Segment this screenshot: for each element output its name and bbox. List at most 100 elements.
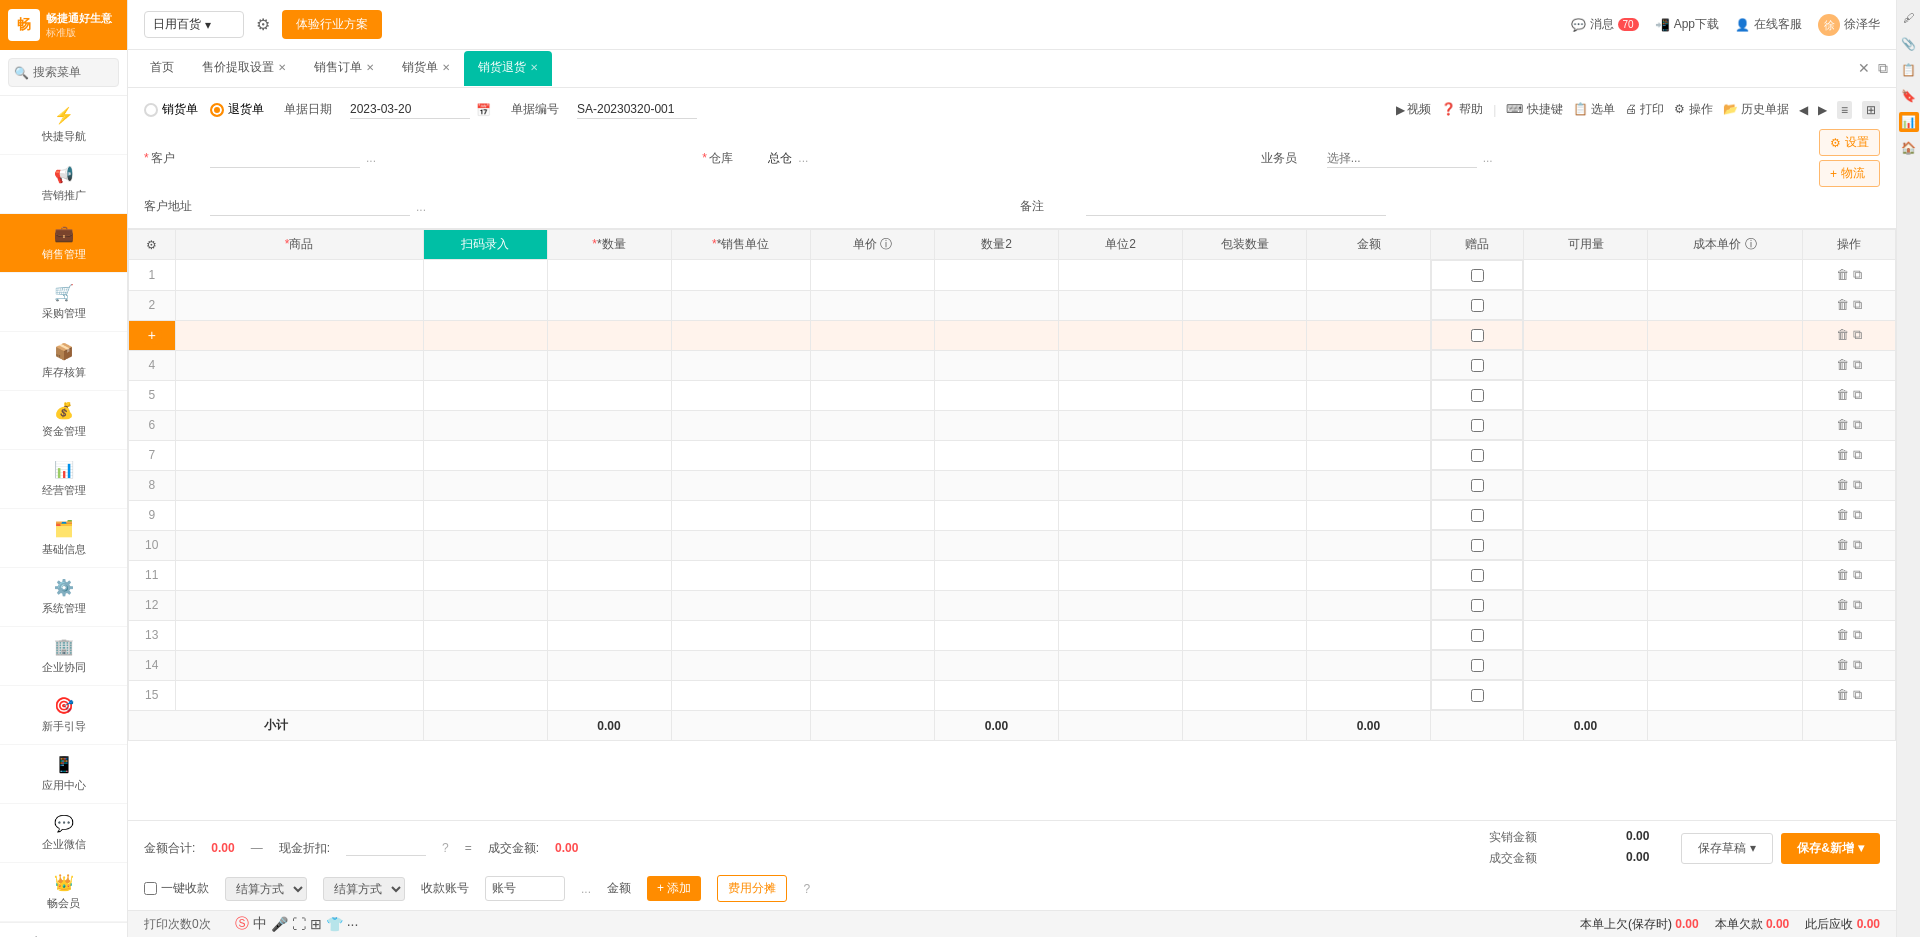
cell-price-7[interactable]: [811, 440, 935, 470]
cell-sale-unit-13[interactable]: [671, 620, 811, 650]
cell-pack-qty-13[interactable]: [1183, 620, 1307, 650]
cell-product-14[interactable]: [175, 650, 423, 680]
save-new-button[interactable]: 保存&新增 ▾: [1781, 833, 1880, 864]
cell-unit2-11[interactable]: [1059, 560, 1183, 590]
cell-pack-qty-7[interactable]: [1183, 440, 1307, 470]
cell-quantity-5[interactable]: [547, 380, 671, 410]
copy-icon-15[interactable]: ⧉: [1853, 687, 1862, 703]
restore-tab-btn[interactable]: ⧉: [1878, 60, 1888, 77]
sidebar-item-basic[interactable]: 🗂️ 基础信息: [0, 509, 127, 568]
cell-quantity2-14[interactable]: [935, 650, 1059, 680]
cell-gift-12[interactable]: [1431, 590, 1523, 620]
cell-gift-11[interactable]: [1431, 560, 1523, 590]
delete-icon-8[interactable]: 🗑: [1836, 477, 1849, 493]
cell-sale-unit-12[interactable]: [671, 590, 811, 620]
cell-amount-7[interactable]: [1307, 440, 1431, 470]
tab-close-sales-delivery[interactable]: ✕: [442, 62, 450, 73]
search-menu-button[interactable]: 🔍 搜索菜单: [8, 58, 119, 87]
cell-product-9[interactable]: [175, 500, 423, 530]
cell-pack-qty-5[interactable]: [1183, 380, 1307, 410]
cell-quantity2-11[interactable]: [935, 560, 1059, 590]
user-menu-button[interactable]: 徐 徐泽华: [1818, 14, 1880, 36]
customer-dots[interactable]: ...: [366, 151, 376, 165]
copy-icon-1[interactable]: ⧉: [1853, 267, 1862, 283]
cell-gift-3[interactable]: [1431, 320, 1523, 350]
gift-checkbox-12[interactable]: [1471, 599, 1484, 612]
logistics-btn[interactable]: + 物流: [1819, 160, 1880, 187]
cell-sale-unit-15[interactable]: [671, 680, 811, 711]
copy-icon-9[interactable]: ⧉: [1853, 507, 1862, 523]
gift-checkbox-3[interactable]: [1471, 329, 1484, 342]
cell-price-1[interactable]: [811, 260, 935, 291]
cell-quantity-7[interactable]: [547, 440, 671, 470]
close-tab-btn[interactable]: ✕: [1858, 60, 1870, 77]
delete-icon-7[interactable]: 🗑: [1836, 447, 1849, 463]
cell-unit2-7[interactable]: [1059, 440, 1183, 470]
cell-quantity-8[interactable]: [547, 470, 671, 500]
cell-product-12[interactable]: [175, 590, 423, 620]
staff-dots[interactable]: ...: [1483, 151, 1493, 165]
delete-icon-1[interactable]: 🗑: [1836, 267, 1849, 283]
list-view-icon[interactable]: ≡: [1837, 101, 1852, 119]
topbar-gear-icon[interactable]: ⚙: [256, 15, 270, 34]
cell-quantity-14[interactable]: [547, 650, 671, 680]
print-btn[interactable]: 🖨 打印: [1625, 101, 1664, 118]
gift-checkbox-10[interactable]: [1471, 539, 1484, 552]
cell-unit2-15[interactable]: [1059, 680, 1183, 711]
cell-sale-unit-2[interactable]: [671, 290, 811, 320]
cell-product-11[interactable]: [175, 560, 423, 590]
qp-item1[interactable]: 🖋: [1899, 8, 1919, 28]
one-click-payment-checkbox[interactable]: [144, 882, 157, 895]
cell-sale-unit-5[interactable]: [671, 380, 811, 410]
cell-quantity-11[interactable]: [547, 560, 671, 590]
account-dots[interactable]: ...: [581, 882, 591, 896]
qp-item6[interactable]: 🏠: [1899, 138, 1919, 158]
cell-pack-qty-15[interactable]: [1183, 680, 1307, 711]
cell-gift-13[interactable]: [1431, 620, 1523, 650]
cell-sale-unit-3[interactable]: [671, 320, 811, 350]
gift-checkbox-11[interactable]: [1471, 569, 1484, 582]
tab-sales-return[interactable]: 销货退货 ✕: [464, 51, 552, 86]
delete-icon-6[interactable]: 🗑: [1836, 417, 1849, 433]
cell-quantity2-15[interactable]: [935, 680, 1059, 711]
copy-icon-8[interactable]: ⧉: [1853, 477, 1862, 493]
gift-checkbox-2[interactable]: [1471, 299, 1484, 312]
cell-price-9[interactable]: [811, 500, 935, 530]
cell-price-4[interactable]: [811, 350, 935, 380]
cell-gift-8[interactable]: [1431, 470, 1523, 500]
tab-sales-delivery[interactable]: 销货单 ✕: [388, 51, 464, 86]
delete-icon-14[interactable]: 🗑: [1836, 657, 1849, 673]
shortcut-btn[interactable]: ⌨ 快捷键: [1506, 101, 1562, 118]
cell-amount-8[interactable]: [1307, 470, 1431, 500]
cell-quantity-13[interactable]: [547, 620, 671, 650]
cell-quantity-1[interactable]: [547, 260, 671, 291]
col-gear[interactable]: ⚙: [129, 230, 176, 260]
delete-icon-4[interactable]: 🗑: [1836, 357, 1849, 373]
cell-product-1[interactable]: [175, 260, 423, 291]
cell-product-5[interactable]: [175, 380, 423, 410]
qp-item2[interactable]: 📎: [1899, 34, 1919, 54]
cell-quantity2-7[interactable]: [935, 440, 1059, 470]
gift-checkbox-13[interactable]: [1471, 629, 1484, 642]
calc-method-select[interactable]: 结算方式: [323, 877, 405, 901]
copy-icon-14[interactable]: ⧉: [1853, 657, 1862, 673]
date-value[interactable]: 2023-03-20: [350, 100, 470, 119]
add-button[interactable]: + 添加: [647, 876, 701, 901]
cell-sale-unit-6[interactable]: [671, 410, 811, 440]
cell-sale-unit-11[interactable]: [671, 560, 811, 590]
delete-icon-3[interactable]: 🗑: [1836, 327, 1849, 343]
qp-item3[interactable]: 📋: [1899, 60, 1919, 80]
cell-quantity2-3[interactable]: [935, 320, 1059, 350]
history-btn[interactable]: 📂 历史单据: [1723, 101, 1789, 118]
arrow-left-icon[interactable]: ◀: [1799, 103, 1808, 117]
cell-sale-unit-1[interactable]: [671, 260, 811, 291]
gift-checkbox-9[interactable]: [1471, 509, 1484, 522]
cell-pack-qty-2[interactable]: [1183, 290, 1307, 320]
cell-quantity2-9[interactable]: [935, 500, 1059, 530]
sidebar-item-member[interactable]: 👑 畅会员: [0, 863, 127, 922]
copy-icon-11[interactable]: ⧉: [1853, 567, 1862, 583]
cell-quantity2-12[interactable]: [935, 590, 1059, 620]
cell-pack-qty-11[interactable]: [1183, 560, 1307, 590]
cell-pack-qty-3[interactable]: [1183, 320, 1307, 350]
col-scan[interactable]: 扫码录入: [423, 230, 547, 260]
